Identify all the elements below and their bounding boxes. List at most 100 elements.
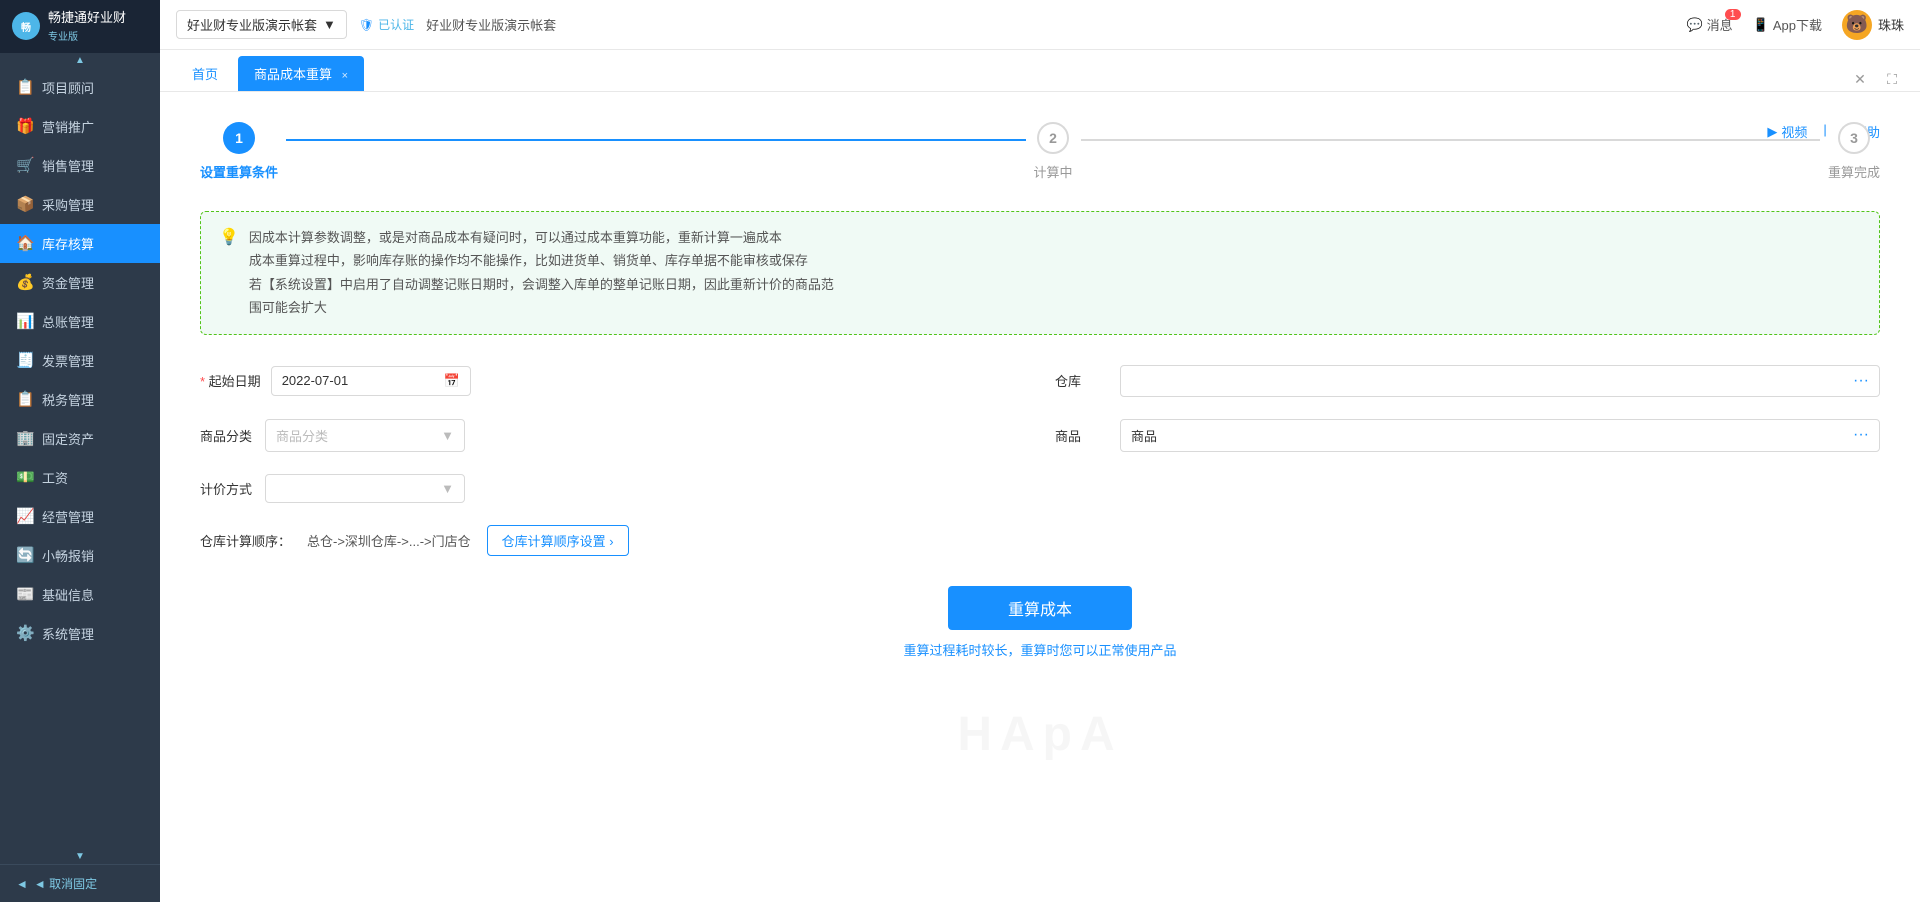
recalculate-label: 重算成本 <box>1008 602 1072 619</box>
step-1-circle: 1 <box>223 122 255 154</box>
purchase-icon: 📦 <box>16 195 34 213</box>
sidebar-scroll-up[interactable]: ▲ <box>0 53 160 68</box>
topbar: 好业财专业版演示帐套 ▼ 🛡 已认证 好业财专业版演示帐套 💬 消息 1 📱 A… <box>160 0 1920 50</box>
dropdown-arrow-icon: ▼ <box>323 17 336 32</box>
tab-home[interactable]: 首页 <box>176 56 234 91</box>
mobile-icon: 📱 <box>1753 17 1769 33</box>
sidebar-item-label: 经营管理 <box>42 507 94 526</box>
sidebar-item-operation[interactable]: 📈 经营管理 <box>0 497 160 536</box>
account-name: 好业财专业版演示帐套 <box>187 15 317 34</box>
product-placeholder: 商品 <box>1131 426 1157 445</box>
warehouse-group: 仓库 ··· <box>1055 365 1880 397</box>
step-3-circle: 3 <box>1838 122 1870 154</box>
operation-icon: 📈 <box>16 507 34 525</box>
form-row-2: 商品分类 商品分类 ▼ 商品 商品 ··· <box>200 419 1880 452</box>
tab-cost-recalc[interactable]: 商品成本重算 × <box>238 56 364 91</box>
product-dots-icon[interactable]: ··· <box>1853 426 1869 444</box>
sidebar-item-label: 发票管理 <box>42 351 94 370</box>
warehouse-dots-icon[interactable]: ··· <box>1853 372 1869 390</box>
sidebar-scroll-down[interactable]: ▼ <box>0 849 160 864</box>
form-row-1: 起始日期 2022-07-01 📅 仓库 ··· <box>200 365 1880 397</box>
sidebar-item-label: 项目顾问 <box>42 78 94 97</box>
app-download-button[interactable]: 📱 App下载 <box>1753 15 1822 34</box>
maximize-window-button[interactable]: ⛶ <box>1880 67 1904 91</box>
sidebar-edition: 专业版 <box>48 28 126 43</box>
step-3: 3 重算完成 <box>1828 122 1880 181</box>
message-badge: 1 <box>1725 9 1741 20</box>
video-button[interactable]: ▶ 视频 <box>1767 122 1807 141</box>
start-date-input[interactable]: 2022-07-01 📅 <box>271 366 471 396</box>
sidebar-item-label: 营销推广 <box>42 117 94 136</box>
avatar-emoji: 🐻 <box>1846 14 1868 35</box>
product-label: 商品 <box>1055 426 1110 445</box>
info-line-4: 围可能会扩大 <box>249 296 834 319</box>
sidebar-item-tax[interactable]: 📋 税务管理 <box>0 380 160 419</box>
warehouse-input[interactable]: ··· <box>1120 365 1880 397</box>
sidebar-item-system[interactable]: ⚙️ 系统管理 <box>0 614 160 653</box>
price-method-group: 计价方式 ▼ <box>200 474 1025 503</box>
sidebar-item-project[interactable]: 📋 项目顾问 <box>0 68 160 107</box>
sidebar-item-label: 小畅报销 <box>42 546 94 565</box>
price-method-select[interactable]: ▼ <box>265 474 465 503</box>
tax-icon: 📋 <box>16 390 34 408</box>
sidebar-item-label: 总账管理 <box>42 312 94 331</box>
tabs-bar: 首页 商品成本重算 × ✕ ⛶ <box>160 50 1920 92</box>
sidebar-item-sales[interactable]: 🛒 销售管理 <box>0 146 160 185</box>
sidebar-item-expense[interactable]: 🔄 小畅报销 <box>0 536 160 575</box>
user-profile[interactable]: 🐻 珠珠 <box>1842 10 1904 40</box>
account-selector[interactable]: 好业财专业版演示帐套 ▼ <box>176 10 347 39</box>
step-2-label: 计算中 <box>1034 162 1073 181</box>
scroll-down-icon: ▼ <box>75 851 85 862</box>
start-date-value: 2022-07-01 <box>282 373 349 388</box>
sidebar-item-marketing[interactable]: 🎁 营销推广 <box>0 107 160 146</box>
invoice-icon: 🧾 <box>16 351 34 369</box>
sidebar-item-purchase[interactable]: 📦 采购管理 <box>0 185 160 224</box>
finance-icon: 💰 <box>16 273 34 291</box>
user-name: 珠珠 <box>1878 15 1904 34</box>
sidebar-item-label: 基础信息 <box>42 585 94 604</box>
sidebar-item-assets[interactable]: 🏢 固定资产 <box>0 419 160 458</box>
submit-area: 重算成本 重算过程耗时较长，重算时您可以正常使用产品 <box>200 586 1880 659</box>
system-icon: ⚙️ <box>16 624 34 642</box>
start-date-label: 起始日期 <box>200 371 261 390</box>
warehouse-order-settings-button[interactable]: 仓库计算顺序设置 › <box>487 525 629 556</box>
sidebar-item-finance[interactable]: 💰 资金管理 <box>0 263 160 302</box>
category-placeholder: 商品分类 <box>276 426 328 445</box>
category-select[interactable]: 商品分类 ▼ <box>265 419 465 452</box>
sidebar-app-title: 畅捷通好业财 <box>48 10 126 27</box>
steps-indicator: 1 设置重算条件 2 计算中 3 重算完成 ▶ 视 <box>200 122 1880 181</box>
tab-close-icon[interactable]: × <box>342 70 348 82</box>
sidebar-item-label: 资金管理 <box>42 273 94 292</box>
sidebar: 畅 畅捷通好业财 专业版 ▲ 📋 项目顾问 🎁 营销推广 🛒 销售管理 📦 采购… <box>0 0 160 902</box>
sidebar-item-invoice[interactable]: 🧾 发票管理 <box>0 341 160 380</box>
assets-icon: 🏢 <box>16 429 34 447</box>
message-button[interactable]: 💬 消息 1 <box>1686 15 1732 34</box>
info-line-2: 成本重算过程中，影响库存账的操作均不能操作，比如进货单、销货单、库存单据不能审核… <box>249 249 834 272</box>
close-window-button[interactable]: ✕ <box>1848 67 1872 91</box>
watermark: HApA <box>957 707 1122 762</box>
sidebar-item-label: 税务管理 <box>42 390 94 409</box>
content-area: 1 设置重算条件 2 计算中 3 重算完成 ▶ 视 <box>160 92 1920 902</box>
sales-icon: 🛒 <box>16 156 34 174</box>
step-line-2-3 <box>1081 139 1820 141</box>
sidebar-item-inventory[interactable]: 🏠 库存核算 <box>0 224 160 263</box>
step-2: 2 计算中 <box>1034 122 1073 181</box>
step-2-num: 2 <box>1049 130 1057 146</box>
sidebar-unpin-button[interactable]: ◄ ◄ 取消固定 <box>0 864 160 902</box>
sidebar-item-label: 系统管理 <box>42 624 94 643</box>
window-controls: ✕ ⛶ <box>1848 67 1904 91</box>
warning-icon: 💡 <box>219 227 239 247</box>
sidebar-logo: 畅 <box>12 12 40 40</box>
tab-active-label: 商品成本重算 <box>254 67 332 82</box>
sidebar-item-label: 库存核算 <box>42 234 94 253</box>
unpin-label: ◄ 取消固定 <box>34 875 97 892</box>
category-label: 商品分类 <box>200 426 255 445</box>
product-input[interactable]: 商品 ··· <box>1120 419 1880 452</box>
sidebar-item-accounting[interactable]: 📊 总账管理 <box>0 302 160 341</box>
recalculate-button[interactable]: 重算成本 <box>948 586 1132 630</box>
info-content: 因成本计算参数调整，或是对商品成本有疑问时，可以通过成本重算功能，重新计算一遍成… <box>249 226 834 320</box>
sidebar-item-basic[interactable]: 📰 基础信息 <box>0 575 160 614</box>
sidebar-item-salary[interactable]: 💵 工资 <box>0 458 160 497</box>
step-1-num: 1 <box>235 130 243 146</box>
step-2-circle: 2 <box>1037 122 1069 154</box>
